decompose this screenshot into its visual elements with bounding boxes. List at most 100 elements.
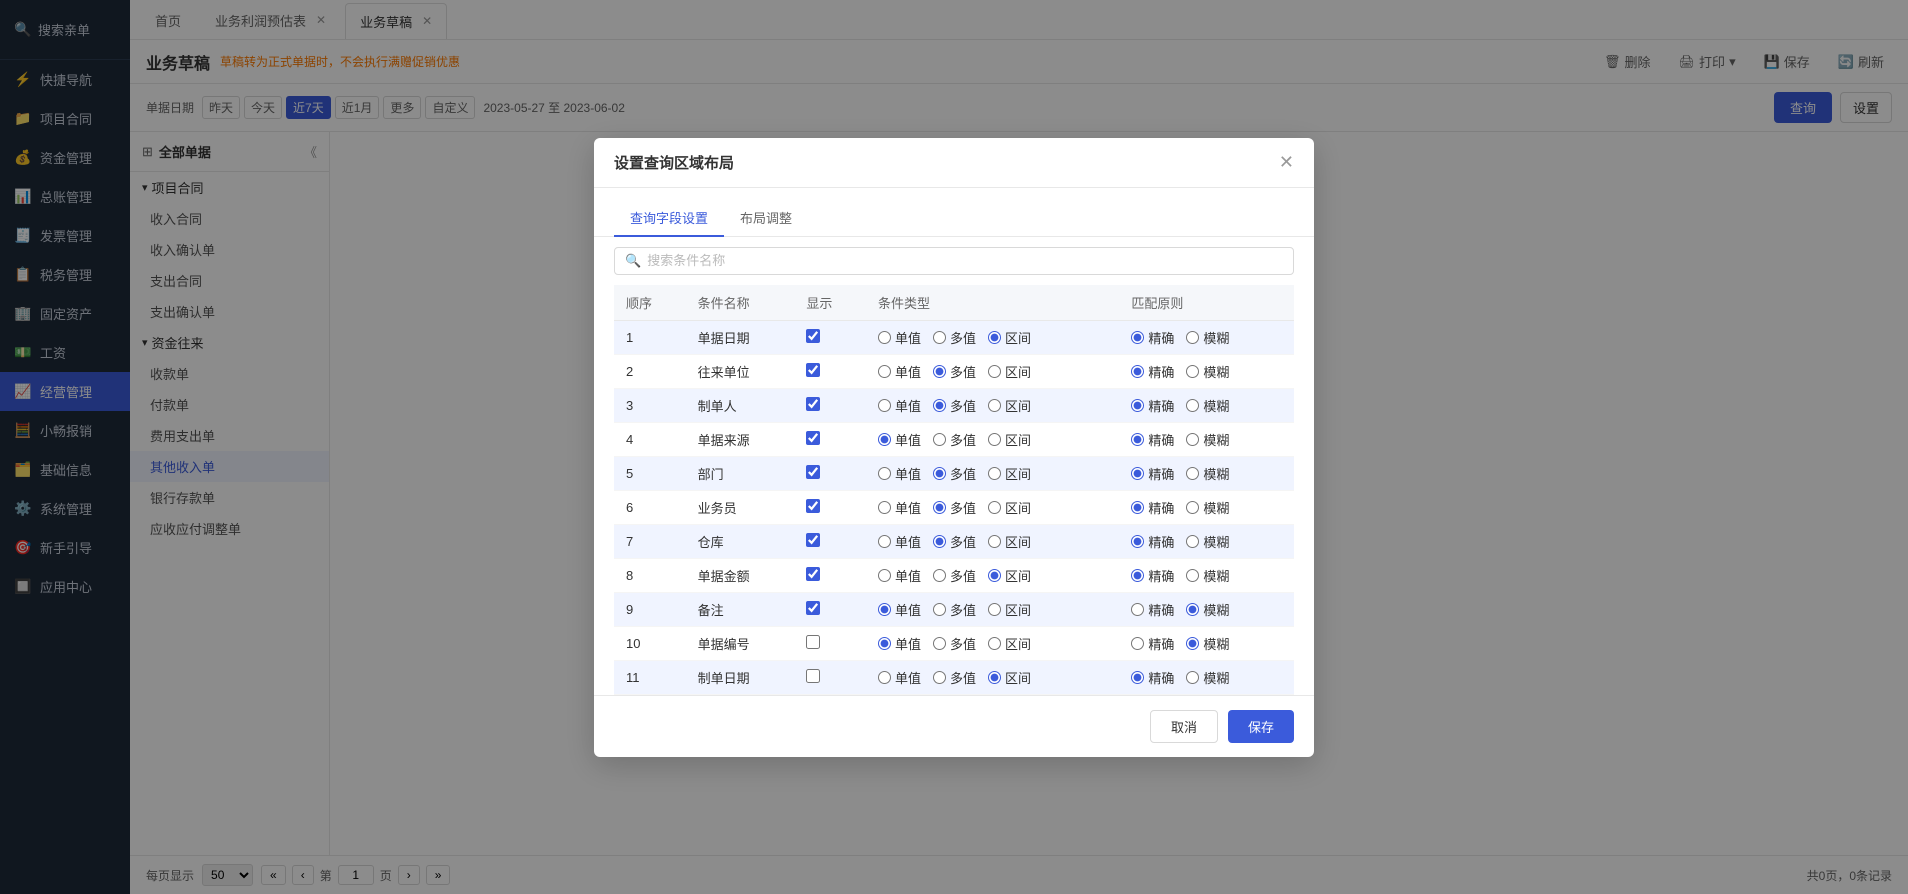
match-精确-option[interactable]: 精确 — [1131, 430, 1174, 449]
condition-type-区间-option[interactable]: 区间 — [988, 396, 1031, 415]
dialog-close-button[interactable]: ✕ — [1279, 152, 1294, 173]
match-模糊-option[interactable]: 模糊 — [1186, 430, 1229, 449]
row-show[interactable] — [794, 388, 866, 422]
show-checkbox-1[interactable] — [806, 329, 820, 343]
condition-type-区间-option[interactable]: 区间 — [988, 566, 1031, 585]
condition-type-单值-option[interactable]: 单值 — [878, 396, 921, 415]
row-show[interactable] — [794, 354, 866, 388]
condition-type-区间-option[interactable]: 区间 — [988, 532, 1031, 551]
row-show[interactable] — [794, 592, 866, 626]
match-精确-option[interactable]: 精确 — [1131, 362, 1174, 381]
condition-type-区间-option[interactable]: 区间 — [988, 328, 1031, 347]
condition-type-区间-option[interactable]: 区间 — [988, 498, 1031, 517]
match-精确-option[interactable]: 精确 — [1131, 532, 1174, 551]
show-checkbox-2[interactable] — [806, 363, 820, 377]
show-checkbox-3[interactable] — [806, 397, 820, 411]
col-type: 条件类型 — [866, 285, 1119, 321]
row-match: 精确 模糊 — [1119, 320, 1294, 354]
condition-type-单值-option[interactable]: 单值 — [878, 362, 921, 381]
row-show[interactable] — [794, 660, 866, 694]
table-row: 4 单据来源 单值 多值 区间 精确 模糊 — [614, 422, 1294, 456]
match-模糊-option[interactable]: 模糊 — [1186, 532, 1229, 551]
cancel-button[interactable]: 取消 — [1150, 710, 1218, 743]
row-condition-type: 单值 多值 区间 — [866, 626, 1119, 660]
condition-type-单值-option[interactable]: 单值 — [878, 532, 921, 551]
condition-type-多值-option[interactable]: 多值 — [933, 600, 976, 619]
condition-type-区间-option[interactable]: 区间 — [988, 430, 1031, 449]
condition-type-多值-option[interactable]: 多值 — [933, 430, 976, 449]
row-condition-type: 单值 多值 区间 — [866, 456, 1119, 490]
condition-type-单值-option[interactable]: 单值 — [878, 668, 921, 687]
settings-table: 顺序 条件名称 显示 条件类型 匹配原则 1 单据日期 单值 — [614, 285, 1294, 695]
row-order: 6 — [614, 490, 686, 524]
dialog-tab-field-settings[interactable]: 查询字段设置 — [614, 200, 724, 237]
condition-type-区间-option[interactable]: 区间 — [988, 362, 1031, 381]
condition-type-区间-option[interactable]: 区间 — [988, 600, 1031, 619]
condition-type-多值-option[interactable]: 多值 — [933, 464, 976, 483]
show-checkbox-9[interactable] — [806, 601, 820, 615]
dialog-body: 查询字段设置布局调整 🔍 顺序 条件名称 显示 条件类型 — [594, 188, 1314, 695]
row-show[interactable] — [794, 320, 866, 354]
show-checkbox-10[interactable] — [806, 635, 820, 649]
condition-type-区间-option[interactable]: 区间 — [988, 668, 1031, 687]
row-name: 部门 — [686, 456, 795, 490]
row-match: 精确 模糊 — [1119, 558, 1294, 592]
match-精确-option[interactable]: 精确 — [1131, 566, 1174, 585]
condition-type-单值-option[interactable]: 单值 — [878, 600, 921, 619]
match-精确-option[interactable]: 精确 — [1131, 498, 1174, 517]
condition-type-单值-option[interactable]: 单值 — [878, 464, 921, 483]
show-checkbox-7[interactable] — [806, 533, 820, 547]
dialog-tab-layout-settings[interactable]: 布局调整 — [724, 200, 808, 237]
condition-type-单值-option[interactable]: 单值 — [878, 498, 921, 517]
row-match: 精确 模糊 — [1119, 660, 1294, 694]
col-show: 显示 — [794, 285, 866, 321]
match-模糊-option[interactable]: 模糊 — [1186, 498, 1229, 517]
condition-type-多值-option[interactable]: 多值 — [933, 634, 976, 653]
condition-type-区间-option[interactable]: 区间 — [988, 464, 1031, 483]
row-show[interactable] — [794, 456, 866, 490]
match-模糊-option[interactable]: 模糊 — [1186, 464, 1229, 483]
condition-type-单值-option[interactable]: 单值 — [878, 328, 921, 347]
match-精确-option[interactable]: 精确 — [1131, 396, 1174, 415]
show-checkbox-11[interactable] — [806, 669, 820, 683]
match-模糊-option[interactable]: 模糊 — [1186, 668, 1229, 687]
show-checkbox-5[interactable] — [806, 465, 820, 479]
condition-type-多值-option[interactable]: 多值 — [933, 396, 976, 415]
show-checkbox-8[interactable] — [806, 567, 820, 581]
row-order: 8 — [614, 558, 686, 592]
condition-type-多值-option[interactable]: 多值 — [933, 668, 976, 687]
match-模糊-option[interactable]: 模糊 — [1186, 634, 1229, 653]
condition-type-单值-option[interactable]: 单值 — [878, 430, 921, 449]
condition-type-区间-option[interactable]: 区间 — [988, 634, 1031, 653]
table-row: 11 制单日期 单值 多值 区间 精确 模糊 — [614, 660, 1294, 694]
condition-type-多值-option[interactable]: 多值 — [933, 566, 976, 585]
condition-type-单值-option[interactable]: 单值 — [878, 566, 921, 585]
condition-search-input[interactable] — [647, 253, 847, 268]
row-condition-type: 单值 多值 区间 — [866, 490, 1119, 524]
match-精确-option[interactable]: 精确 — [1131, 668, 1174, 687]
row-show[interactable] — [794, 558, 866, 592]
match-模糊-option[interactable]: 模糊 — [1186, 600, 1229, 619]
match-模糊-option[interactable]: 模糊 — [1186, 566, 1229, 585]
row-show[interactable] — [794, 490, 866, 524]
condition-type-多值-option[interactable]: 多值 — [933, 362, 976, 381]
condition-type-多值-option[interactable]: 多值 — [933, 532, 976, 551]
row-show[interactable] — [794, 626, 866, 660]
match-精确-option[interactable]: 精确 — [1131, 464, 1174, 483]
match-精确-option[interactable]: 精确 — [1131, 634, 1174, 653]
show-checkbox-6[interactable] — [806, 499, 820, 513]
match-精确-option[interactable]: 精确 — [1131, 600, 1174, 619]
match-精确-option[interactable]: 精确 — [1131, 328, 1174, 347]
row-show[interactable] — [794, 524, 866, 558]
condition-type-单值-option[interactable]: 单值 — [878, 634, 921, 653]
dialog-save-button[interactable]: 保存 — [1228, 710, 1294, 743]
show-checkbox-4[interactable] — [806, 431, 820, 445]
condition-type-多值-option[interactable]: 多值 — [933, 498, 976, 517]
condition-type-多值-option[interactable]: 多值 — [933, 328, 976, 347]
match-模糊-option[interactable]: 模糊 — [1186, 328, 1229, 347]
row-show[interactable] — [794, 422, 866, 456]
match-模糊-option[interactable]: 模糊 — [1186, 396, 1229, 415]
table-header-row: 顺序 条件名称 显示 条件类型 匹配原则 — [614, 285, 1294, 321]
dialog-footer: 取消 保存 — [594, 695, 1314, 757]
match-模糊-option[interactable]: 模糊 — [1186, 362, 1229, 381]
